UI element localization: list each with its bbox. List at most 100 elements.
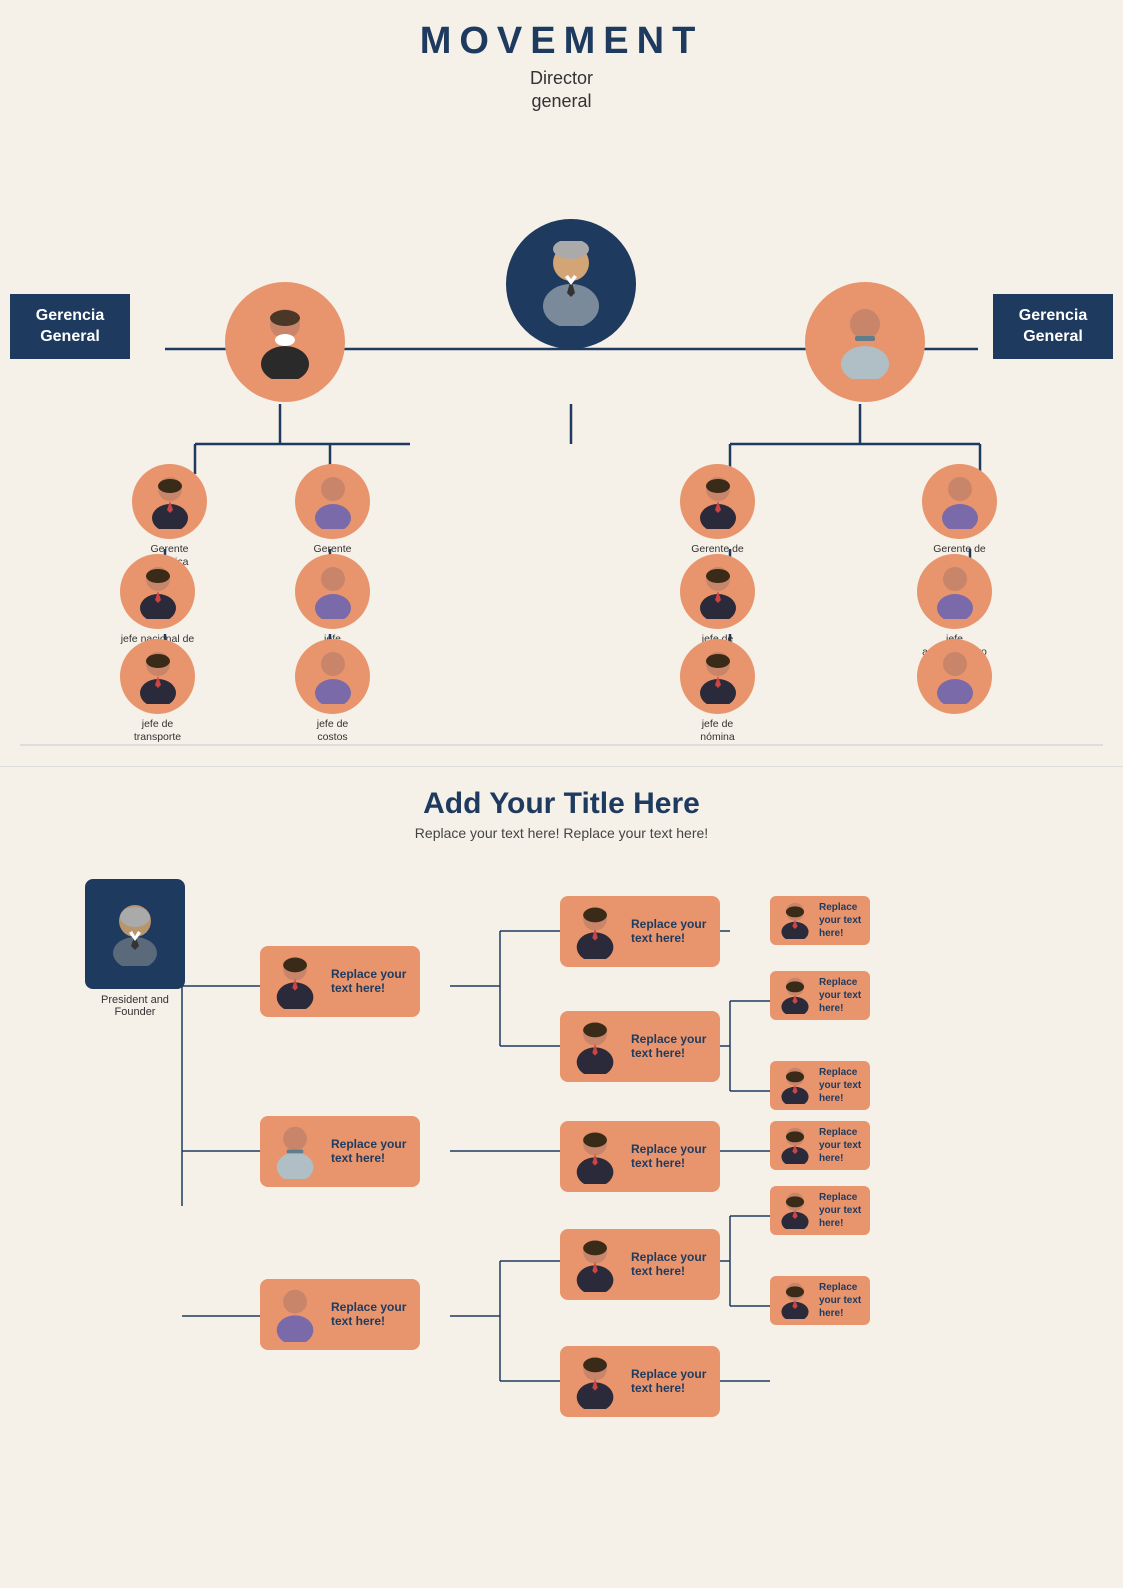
s1b-avatar bbox=[776, 976, 814, 1014]
s3a-card-inner: Replaceyour texthere! bbox=[770, 1186, 870, 1235]
jefe-transporte-circle bbox=[120, 639, 195, 714]
jefe-contable-avatar bbox=[307, 564, 359, 619]
m1b-card-inner: Replace yourtext here! bbox=[560, 1011, 720, 1082]
m3a-card: Replace yourtext here! bbox=[560, 1229, 720, 1300]
director-circle bbox=[506, 219, 636, 349]
gerente-logistica-avatar bbox=[144, 474, 196, 529]
bottom-right-avatar bbox=[929, 649, 981, 704]
president-avatar bbox=[105, 901, 165, 966]
m3c-avatar bbox=[568, 1354, 623, 1409]
l1-card: Replace yourtext here! bbox=[260, 946, 420, 1017]
m3c-card: Replace yourtext here! bbox=[560, 1346, 720, 1417]
gerente-finanzas-avatar bbox=[307, 474, 359, 529]
m1b-card: Replace yourtext here! bbox=[560, 1011, 720, 1082]
m2-card-inner: Replace yourtext here! bbox=[560, 1121, 720, 1192]
jefe-costos-circle bbox=[295, 639, 370, 714]
l3-avatar bbox=[268, 1287, 323, 1342]
jefe-nacional-avatar bbox=[132, 564, 184, 619]
director-avatar bbox=[531, 241, 611, 326]
l3-label: Replace yourtext here! bbox=[331, 1300, 406, 1328]
president-box bbox=[85, 879, 185, 989]
s3a-label: Replaceyour texthere! bbox=[819, 1191, 861, 1230]
gerente-rrhh-circle bbox=[680, 464, 755, 539]
gerente-rrhh-avatar bbox=[692, 474, 744, 529]
jefe-contable-circle bbox=[295, 554, 370, 629]
s3b-card-inner: Replaceyour texthere! bbox=[770, 1276, 870, 1325]
jefe-nacional-circle bbox=[120, 554, 195, 629]
s2-card-inner: Replaceyour texthere! bbox=[770, 1121, 870, 1170]
subtitle: Director general bbox=[10, 67, 1113, 114]
top-section: MOVEMENT Director general bbox=[0, 0, 1123, 744]
jefe-adm-ventas-circle bbox=[917, 554, 992, 629]
s1c-card-inner: Replaceyour texthere! bbox=[770, 1061, 870, 1110]
l2-card: Replace yourtext here! bbox=[260, 1116, 420, 1187]
jefe-transporte-label: jefe detransporte bbox=[134, 718, 181, 745]
gerente-ventas-circle bbox=[922, 464, 997, 539]
s3b-label: Replaceyour texthere! bbox=[819, 1281, 861, 1320]
s1a-card: Replaceyour texthere! bbox=[770, 896, 870, 945]
s1b-card: Replaceyour texthere! bbox=[770, 971, 870, 1020]
s3a-avatar bbox=[776, 1191, 814, 1229]
bottom-org-wrap: President and Founder Replace yourtext h… bbox=[30, 871, 1093, 1551]
s1a-card-inner: Replaceyour texthere! bbox=[770, 896, 870, 945]
jefe-transporte-node: jefe detransporte bbox=[120, 639, 195, 745]
s1c-label: Replaceyour texthere! bbox=[819, 1066, 861, 1105]
m1a-avatar bbox=[568, 904, 623, 959]
left-side-node bbox=[225, 282, 345, 402]
gerente-finanzas-circle bbox=[295, 464, 370, 539]
m3a-avatar bbox=[568, 1237, 623, 1292]
l2-avatar bbox=[268, 1124, 323, 1179]
gerente-ventas-avatar bbox=[934, 474, 986, 529]
top-org-container: Gerencia General Gerencia General bbox=[10, 134, 1113, 714]
m1a-label: Replace yourtext here! bbox=[631, 917, 706, 945]
l3-card: Replace yourtext here! bbox=[260, 1279, 420, 1350]
jefe-nomina-avatar bbox=[692, 649, 744, 704]
left-side-circle bbox=[225, 282, 345, 402]
m1a-card-inner: Replace yourtext here! bbox=[560, 896, 720, 967]
bottom-title: Add Your Title Here bbox=[30, 787, 1093, 821]
s1a-label: Replaceyour texthere! bbox=[819, 901, 861, 940]
jefe-costos-node: jefe decostos bbox=[295, 639, 370, 745]
director-node bbox=[506, 219, 636, 349]
jefe-costos-avatar bbox=[307, 649, 359, 704]
right-side-avatar bbox=[830, 304, 900, 379]
jefe-adm-ventas-avatar bbox=[929, 564, 981, 619]
m3a-card-inner: Replace yourtext here! bbox=[560, 1229, 720, 1300]
l1-card-inner: Replace yourtext here! bbox=[260, 946, 420, 1017]
m1b-label: Replace yourtext here! bbox=[631, 1032, 706, 1060]
m3c-label: Replace yourtext here! bbox=[631, 1367, 706, 1395]
m3c-card-inner: Replace yourtext here! bbox=[560, 1346, 720, 1417]
s1c-avatar bbox=[776, 1066, 814, 1104]
s3b-card: Replaceyour texthere! bbox=[770, 1276, 870, 1325]
main-title: MOVEMENT bbox=[10, 20, 1113, 63]
gerencia-left-badge: Gerencia General bbox=[10, 294, 130, 360]
right-side-circle bbox=[805, 282, 925, 402]
jefe-nomina-circle bbox=[680, 639, 755, 714]
m1a-card: Replace yourtext here! bbox=[560, 896, 720, 967]
bottom-subtitle: Replace your text here! Replace your tex… bbox=[30, 825, 1093, 841]
s1b-card-inner: Replaceyour texthere! bbox=[770, 971, 870, 1020]
s3a-card: Replaceyour texthere! bbox=[770, 1186, 870, 1235]
bottom-right-node bbox=[917, 639, 992, 714]
s2-label: Replaceyour texthere! bbox=[819, 1126, 861, 1165]
s1b-label: Replaceyour texthere! bbox=[819, 976, 861, 1015]
right-side-node bbox=[805, 282, 925, 402]
jefe-costos-label: jefe decostos bbox=[317, 718, 349, 745]
m2-label: Replace yourtext here! bbox=[631, 1142, 706, 1170]
s2-card: Replaceyour texthere! bbox=[770, 1121, 870, 1170]
gerente-logistica-circle bbox=[132, 464, 207, 539]
bottom-section: Add Your Title Here Replace your text he… bbox=[0, 766, 1123, 1581]
m2-card: Replace yourtext here! bbox=[560, 1121, 720, 1192]
jefe-nomina-node: jefe denómina bbox=[680, 639, 755, 745]
l1-label: Replace yourtext here! bbox=[331, 967, 406, 995]
president-node: President and Founder bbox=[80, 879, 190, 1018]
m1b-avatar bbox=[568, 1019, 623, 1074]
l1-avatar bbox=[268, 954, 323, 1009]
l3-card-inner: Replace yourtext here! bbox=[260, 1279, 420, 1350]
s1c-card: Replaceyour texthere! bbox=[770, 1061, 870, 1110]
jefe-nomina-label: jefe denómina bbox=[700, 718, 734, 745]
jefe-personal-avatar bbox=[692, 564, 744, 619]
s2-avatar bbox=[776, 1126, 814, 1164]
jefe-personal-circle bbox=[680, 554, 755, 629]
bottom-right-circle bbox=[917, 639, 992, 714]
